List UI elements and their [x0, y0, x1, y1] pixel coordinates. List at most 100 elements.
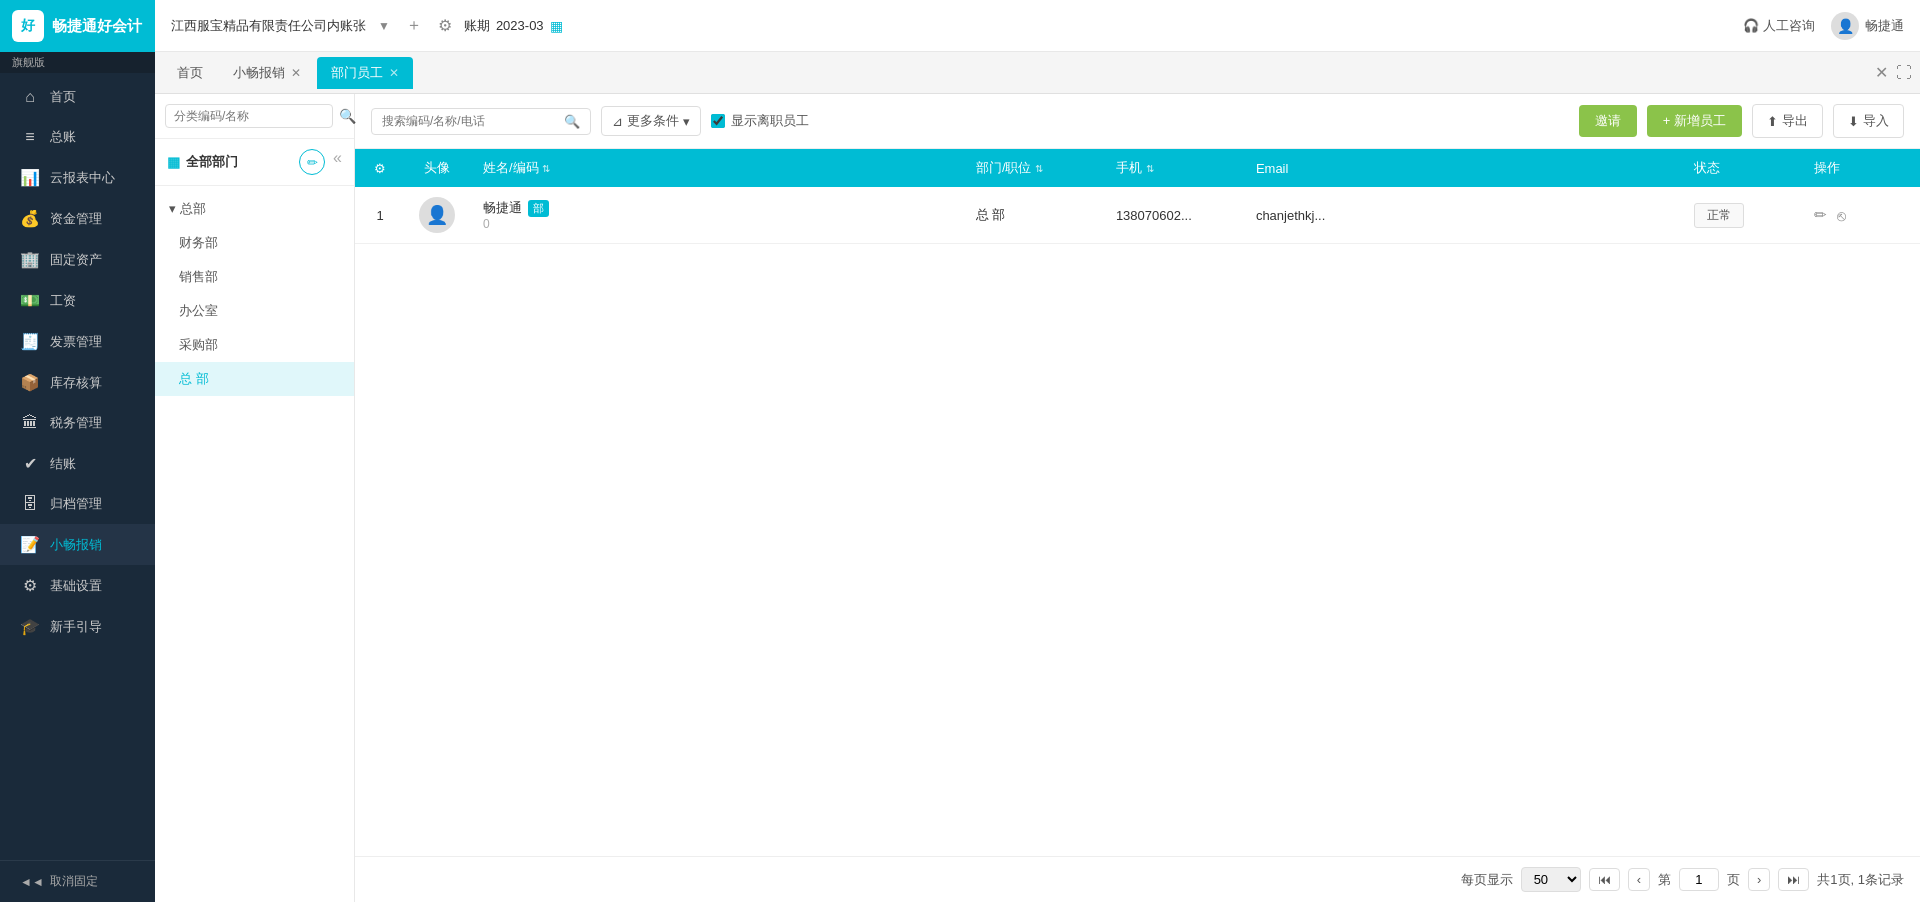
show-resigned-checkbox[interactable]	[711, 114, 725, 128]
sidebar-item-archive[interactable]: 🗄 归档管理	[0, 484, 155, 524]
sidebar-item-label: 税务管理	[50, 414, 102, 432]
delete-employee-icon[interactable]: ⎋	[1837, 207, 1846, 224]
tab-department-close-icon[interactable]: ✕	[389, 66, 399, 80]
company-dropdown-icon[interactable]: ▼	[378, 19, 390, 33]
sidebar-item-label: 资金管理	[50, 210, 102, 228]
dept-item-purchasing[interactable]: 采购部	[155, 328, 354, 362]
col-header-name[interactable]: 姓名/编码 ⇅	[469, 149, 962, 187]
logo-icon: 好	[12, 10, 44, 42]
per-page-select[interactable]: 102050100	[1521, 867, 1581, 892]
close-accounts-icon: ✔	[20, 454, 40, 473]
sidebar-item-salary[interactable]: 💵 工资	[0, 280, 155, 321]
show-resigned-checkbox-label[interactable]: 显示离职员工	[711, 112, 809, 130]
employee-search-input[interactable]	[382, 114, 558, 128]
edit-employee-icon[interactable]: ✏	[1814, 206, 1827, 224]
col-header-phone[interactable]: 手机 ⇅	[1102, 149, 1242, 187]
sidebar-item-tax[interactable]: 🏛 税务管理	[0, 403, 155, 443]
filter-icon: ⊿	[612, 114, 623, 129]
main-area: 江西服宝精品有限责任公司内账张 ▼ ＋ ⚙ 账期 2023-03 ▦ 🎧 人工咨…	[155, 0, 1920, 902]
tab-expense[interactable]: 小畅报销 ✕	[219, 57, 315, 89]
dept-badge: 部	[528, 200, 549, 217]
dept-item-finance[interactable]: 财务部	[155, 226, 354, 260]
cell-num: 1	[355, 187, 405, 244]
cell-avatar: 👤	[405, 187, 469, 244]
dept-item-general[interactable]: 总 部	[155, 362, 354, 396]
col-phone-label: 手机	[1116, 160, 1142, 175]
last-page-button[interactable]: ⏭	[1778, 868, 1809, 891]
export-button[interactable]: ⬆ 导出	[1752, 104, 1823, 138]
tab-department[interactable]: 部门员工 ✕	[317, 57, 413, 89]
cell-actions: ✏ ⎋	[1800, 187, 1920, 244]
add-employee-button[interactable]: + 新增员工	[1647, 105, 1742, 137]
company-settings-icon[interactable]: ⚙	[438, 16, 452, 35]
user-name: 畅捷通	[1865, 17, 1904, 35]
page-input[interactable]	[1679, 868, 1719, 891]
support-button[interactable]: 🎧 人工咨询	[1743, 17, 1815, 35]
sidebar-item-assets[interactable]: 🏢 固定资产	[0, 239, 155, 280]
calendar-icon[interactable]: ▦	[550, 18, 563, 34]
topbar: 江西服宝精品有限责任公司内账张 ▼ ＋ ⚙ 账期 2023-03 ▦ 🎧 人工咨…	[155, 0, 1920, 52]
add-company-icon[interactable]: ＋	[406, 15, 422, 36]
dept-item-sales[interactable]: 销售部	[155, 260, 354, 294]
sidebar-item-close-accounts[interactable]: ✔ 结账	[0, 443, 155, 484]
sidebar-item-reports[interactable]: 📊 云报表中心	[0, 157, 155, 198]
sidebar-item-label: 归档管理	[50, 495, 102, 513]
pin-icon: ◄◄	[20, 875, 44, 889]
employee-toolbar: 🔍 ⊿ 更多条件 ▾ 显示离职员工 邀请 + 新增员工 ⬆ 导出	[355, 94, 1920, 149]
dept-collapse-icon[interactable]: «	[333, 149, 342, 175]
funds-icon: 💰	[20, 209, 40, 228]
table-row: 1 👤 畅捷通 部 0 总 部	[355, 187, 1920, 244]
sidebar-item-funds[interactable]: 💰 资金管理	[0, 198, 155, 239]
first-page-button[interactable]: ⏮	[1589, 868, 1620, 891]
page-suffix-label: 页	[1727, 871, 1740, 889]
tab-close-all-icon[interactable]: ✕	[1875, 63, 1888, 82]
sidebar-item-expense[interactable]: 📝 小畅报销	[0, 524, 155, 565]
col-header-email: Email	[1242, 149, 1680, 187]
expand-icon: ▾	[169, 201, 176, 216]
employee-search-icon[interactable]: 🔍	[564, 114, 580, 129]
tab-expand-icon[interactable]: ⛶	[1896, 64, 1912, 82]
import-button[interactable]: ⬇ 导入	[1833, 104, 1904, 138]
unpin-button[interactable]: ◄◄ 取消固定	[0, 860, 155, 902]
dept-edit-button[interactable]: ✏	[299, 149, 325, 175]
period-value: 2023-03	[496, 18, 544, 33]
edition-badge: 旗舰版	[0, 52, 155, 73]
dept-search-input[interactable]	[165, 104, 333, 128]
next-page-button[interactable]: ›	[1748, 868, 1770, 891]
col-header-dept[interactable]: 部门/职位 ⇅	[962, 149, 1102, 187]
dept-item-office[interactable]: 办公室	[155, 294, 354, 328]
sidebar-item-guide[interactable]: 🎓 新手引导	[0, 606, 155, 647]
content-area: 🔍 ▦ 全部部门 ✏ « ▾ 总部 财务部	[155, 94, 1920, 902]
user-menu[interactable]: 👤 畅捷通	[1831, 12, 1904, 40]
sidebar-item-label: 基础设置	[50, 577, 102, 595]
sidebar-item-label: 云报表中心	[50, 169, 115, 187]
dept-search-icon[interactable]: 🔍	[339, 108, 356, 124]
sidebar: 好 畅捷通好会计 旗舰版 ⌂ 首页 ≡ 总账 📊 云报表中心 💰 资金管理 🏢 …	[0, 0, 155, 902]
col-header-num: ⚙	[355, 149, 405, 187]
assets-icon: 🏢	[20, 250, 40, 269]
dept-tree: ▾ 总部 财务部 销售部 办公室 采购部 总 部	[155, 186, 354, 902]
filter-button[interactable]: ⊿ 更多条件 ▾	[601, 106, 701, 136]
dept-item-label: 采购部	[179, 337, 218, 352]
invoice-icon: 🧾	[20, 332, 40, 351]
dept-item-label: 总 部	[179, 371, 209, 386]
sidebar-item-ledger[interactable]: ≡ 总账	[0, 117, 155, 157]
invite-button[interactable]: 邀请	[1579, 105, 1637, 137]
sidebar-item-invoice[interactable]: 🧾 发票管理	[0, 321, 155, 362]
col-header-avatar: 头像	[405, 149, 469, 187]
settings-col-icon[interactable]: ⚙	[374, 161, 386, 176]
sidebar-item-label: 固定资产	[50, 251, 102, 269]
tab-home[interactable]: 首页	[163, 57, 217, 89]
tab-home-label: 首页	[177, 64, 203, 82]
prev-page-button[interactable]: ‹	[1628, 868, 1650, 891]
tab-expense-close-icon[interactable]: ✕	[291, 66, 301, 80]
sidebar-item-home[interactable]: ⌂ 首页	[0, 77, 155, 117]
export-icon: ⬆	[1767, 114, 1778, 129]
period-label: 账期	[464, 17, 490, 35]
dept-item-label: 办公室	[179, 303, 218, 318]
filter-chevron-icon: ▾	[683, 114, 690, 129]
sidebar-item-settings[interactable]: ⚙ 基础设置	[0, 565, 155, 606]
sidebar-item-inventory[interactable]: 📦 库存核算	[0, 362, 155, 403]
import-icon: ⬇	[1848, 114, 1859, 129]
archive-icon: 🗄	[20, 495, 40, 513]
